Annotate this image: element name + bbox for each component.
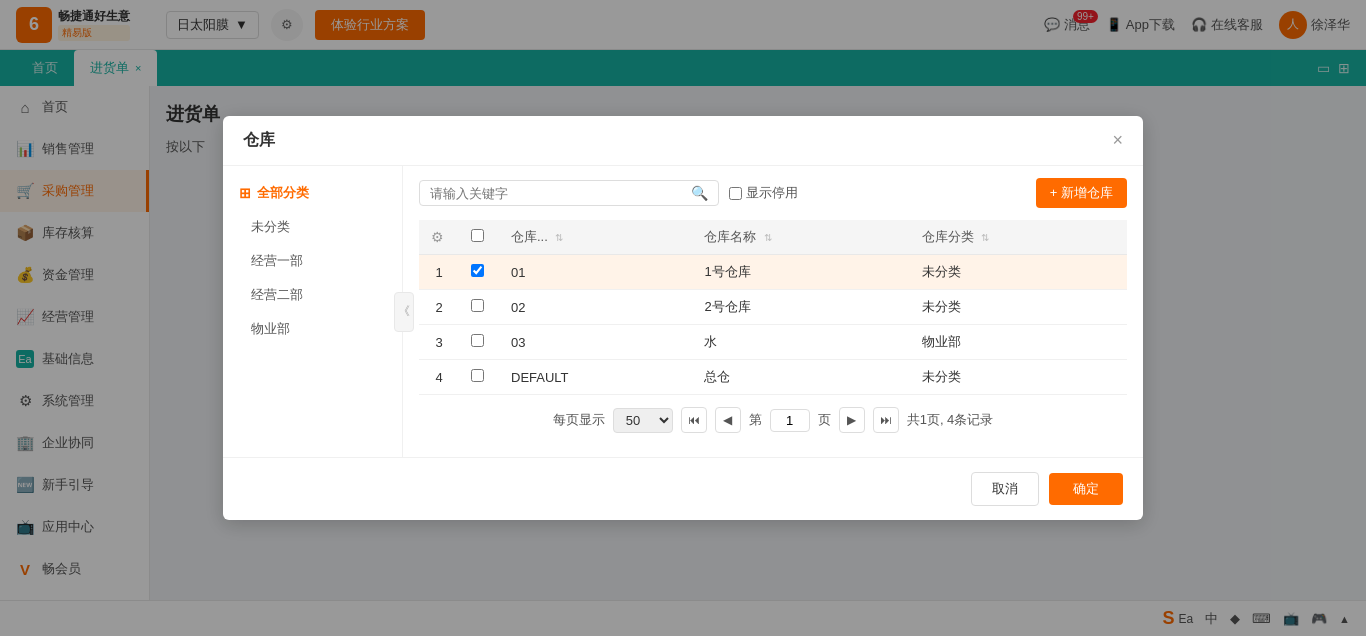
total-info: 共1页, 4条记录 bbox=[907, 411, 994, 429]
col-settings: ⚙ bbox=[419, 220, 459, 255]
row-num: 1 bbox=[419, 255, 459, 290]
row-code: DEFAULT bbox=[499, 360, 692, 395]
row-num: 4 bbox=[419, 360, 459, 395]
row-category: 物业部 bbox=[910, 325, 1127, 360]
row-category: 未分类 bbox=[910, 360, 1127, 395]
select-all-checkbox[interactable] bbox=[471, 229, 484, 242]
row-num: 2 bbox=[419, 290, 459, 325]
category-all-label: 全部分类 bbox=[257, 184, 309, 202]
table-toolbar: 🔍 显示停用 + 新增仓库 bbox=[419, 178, 1127, 208]
code-sort-icon[interactable]: ⇅ bbox=[555, 232, 563, 243]
category-sort-icon[interactable]: ⇅ bbox=[981, 232, 989, 243]
row-category: 未分类 bbox=[910, 255, 1127, 290]
show-disabled-wrap: 显示停用 bbox=[729, 184, 798, 202]
row-name: 水 bbox=[692, 325, 909, 360]
col-category: 仓库分类 ⇅ bbox=[910, 220, 1127, 255]
category-all[interactable]: ⊞ 全部分类 bbox=[223, 176, 402, 210]
table-row[interactable]: 4 DEFAULT 总仓 未分类 bbox=[419, 360, 1127, 395]
modal-title: 仓库 bbox=[243, 130, 275, 151]
row-code: 02 bbox=[499, 290, 692, 325]
next-page-btn[interactable]: ▶ bbox=[839, 407, 865, 433]
show-disabled-label: 显示停用 bbox=[746, 184, 798, 202]
settings-col-icon[interactable]: ⚙ bbox=[431, 229, 444, 245]
pagination: 每页显示 102050100 ⏮ ◀ 第 页 ▶ ⏭ 共1页, 4条记录 bbox=[419, 395, 1127, 445]
first-page-btn[interactable]: ⏮ bbox=[681, 407, 707, 433]
row-name: 1号仓库 bbox=[692, 255, 909, 290]
category-item-2[interactable]: 经营二部 bbox=[223, 278, 402, 312]
modal-header: 仓库 × bbox=[223, 116, 1143, 166]
row-code: 03 bbox=[499, 325, 692, 360]
warehouse-modal: 仓库 × ⊞ 全部分类 未分类 经营一部 经营二部 物业部 《 bbox=[223, 116, 1143, 520]
row-category: 未分类 bbox=[910, 290, 1127, 325]
table-row[interactable]: 1 01 1号仓库 未分类 bbox=[419, 255, 1127, 290]
per-page-label: 每页显示 bbox=[553, 411, 605, 429]
row-name: 2号仓库 bbox=[692, 290, 909, 325]
col-code: 仓库... ⇅ bbox=[499, 220, 692, 255]
table-body: 1 01 1号仓库 未分类 2 02 2号仓库 未分类 3 03 水 物业部 4 bbox=[419, 255, 1127, 395]
table-header-row: ⚙ 仓库... ⇅ 仓库名称 ⇅ bbox=[419, 220, 1127, 255]
category-collapse-btn[interactable]: 《 bbox=[394, 292, 414, 332]
page-label: 第 bbox=[749, 411, 762, 429]
confirm-button[interactable]: 确定 bbox=[1049, 473, 1123, 505]
page-size-select[interactable]: 102050100 bbox=[613, 408, 673, 433]
row-checkbox[interactable] bbox=[471, 369, 484, 382]
col-checkbox bbox=[459, 220, 499, 255]
warehouse-table: ⚙ 仓库... ⇅ 仓库名称 ⇅ bbox=[419, 220, 1127, 395]
category-item-3[interactable]: 物业部 bbox=[223, 312, 402, 346]
cancel-button[interactable]: 取消 bbox=[971, 472, 1039, 506]
show-disabled-checkbox[interactable] bbox=[729, 187, 742, 200]
col-name: 仓库名称 ⇅ bbox=[692, 220, 909, 255]
row-checkbox-cell bbox=[459, 325, 499, 360]
modal-body: ⊞ 全部分类 未分类 经营一部 经营二部 物业部 《 🔍 bbox=[223, 166, 1143, 457]
row-checkbox[interactable] bbox=[471, 299, 484, 312]
row-checkbox[interactable] bbox=[471, 334, 484, 347]
table-panel: 🔍 显示停用 + 新增仓库 ⚙ bbox=[403, 166, 1143, 457]
modal-footer: 取消 确定 bbox=[223, 457, 1143, 520]
row-checkbox-cell bbox=[459, 290, 499, 325]
search-input[interactable] bbox=[430, 186, 685, 201]
page-unit: 页 bbox=[818, 411, 831, 429]
grid-icon: ⊞ bbox=[239, 185, 251, 201]
row-code: 01 bbox=[499, 255, 692, 290]
table-row[interactable]: 3 03 水 物业部 bbox=[419, 325, 1127, 360]
modal-overlay[interactable]: 仓库 × ⊞ 全部分类 未分类 经营一部 经营二部 物业部 《 bbox=[0, 0, 1366, 636]
last-page-btn[interactable]: ⏭ bbox=[873, 407, 899, 433]
row-checkbox-cell bbox=[459, 360, 499, 395]
row-checkbox-cell bbox=[459, 255, 499, 290]
prev-page-btn[interactable]: ◀ bbox=[715, 407, 741, 433]
table-row[interactable]: 2 02 2号仓库 未分类 bbox=[419, 290, 1127, 325]
row-num: 3 bbox=[419, 325, 459, 360]
row-checkbox[interactable] bbox=[471, 264, 484, 277]
search-icon: 🔍 bbox=[691, 185, 708, 201]
row-name: 总仓 bbox=[692, 360, 909, 395]
category-item-1[interactable]: 经营一部 bbox=[223, 244, 402, 278]
modal-close-btn[interactable]: × bbox=[1112, 130, 1123, 151]
page-input[interactable] bbox=[770, 409, 810, 432]
category-item-0[interactable]: 未分类 bbox=[223, 210, 402, 244]
add-warehouse-btn[interactable]: + 新增仓库 bbox=[1036, 178, 1127, 208]
name-sort-icon[interactable]: ⇅ bbox=[764, 232, 772, 243]
search-input-wrap: 🔍 bbox=[419, 180, 719, 206]
category-panel: ⊞ 全部分类 未分类 经营一部 经营二部 物业部 《 bbox=[223, 166, 403, 457]
